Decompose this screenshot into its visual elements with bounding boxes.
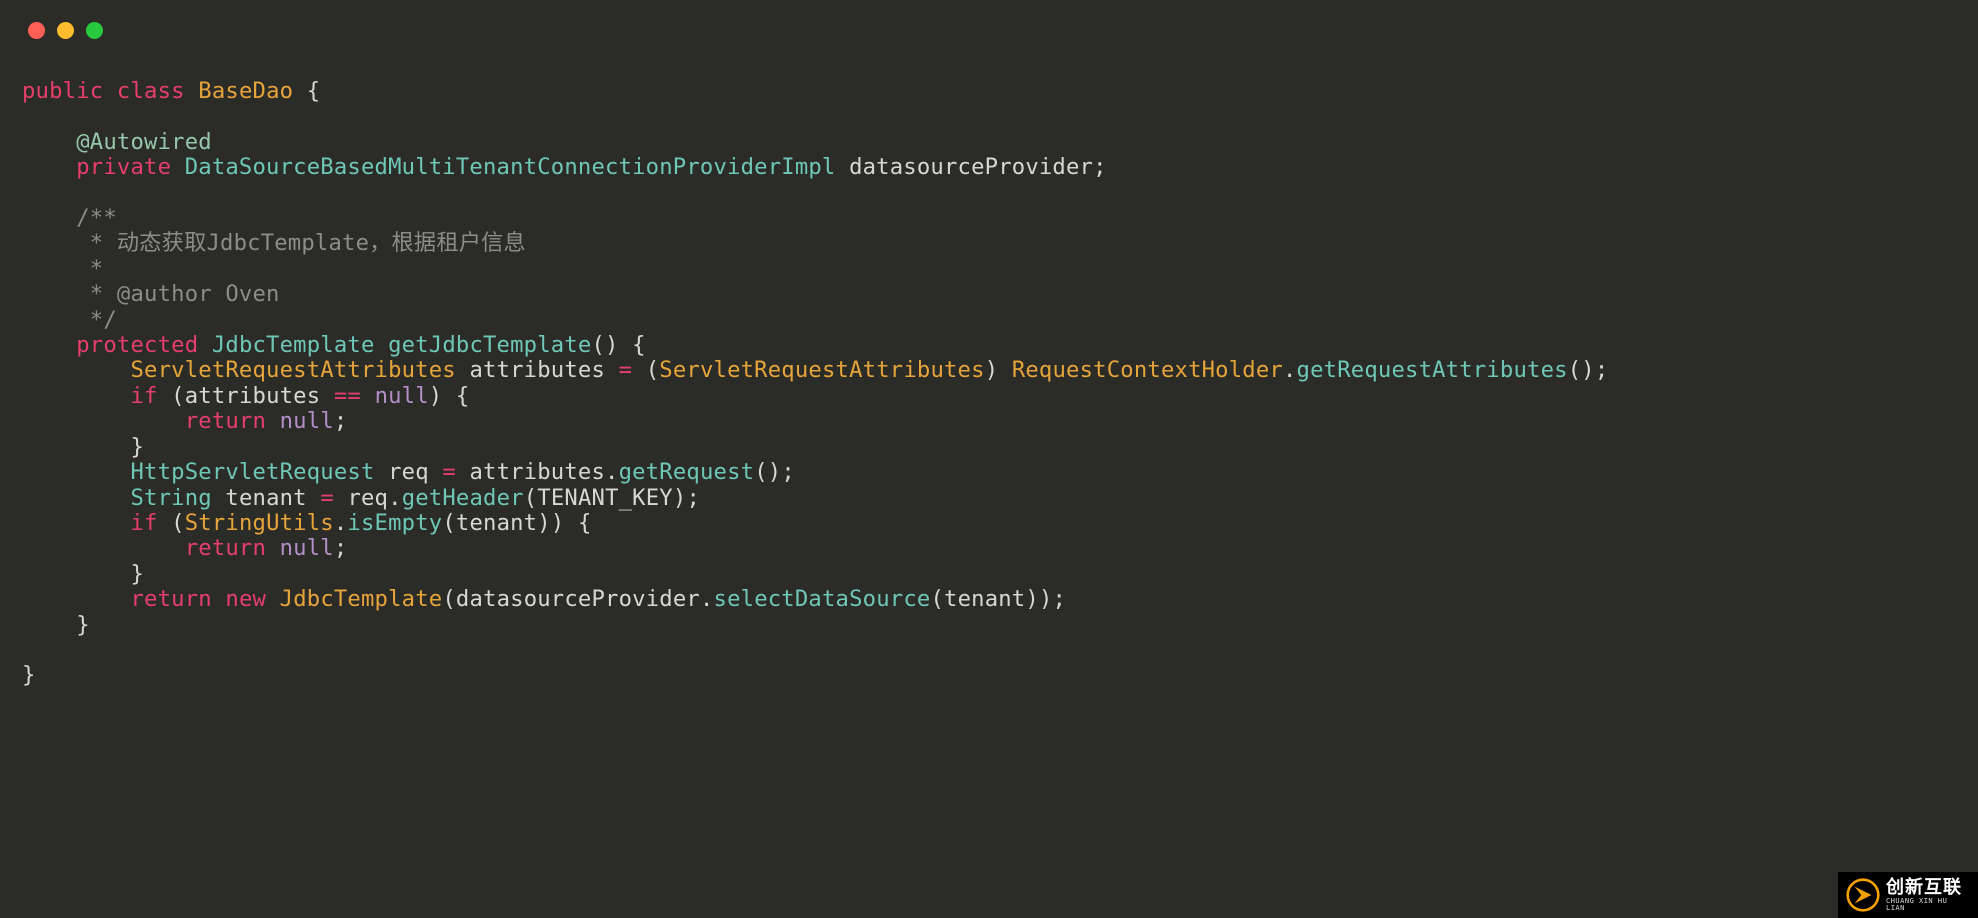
paren: ( [171,383,185,409]
paren: ) [673,485,687,511]
type-requestcontextholder: RequestContextHolder [1012,357,1283,383]
brand-logo-icon [1846,878,1880,912]
method-call: getRequest [619,459,755,485]
keyword-new: new [225,586,266,612]
paren: () [591,332,618,358]
paren: ( [171,510,185,536]
javadoc-author: * @author Oven [76,281,279,307]
var-ref: attributes [185,383,321,409]
code-block: public class BaseDao { @Autowired privat… [0,39,1978,689]
fullscreen-dot[interactable] [86,22,103,39]
method-call: getHeader [402,485,524,511]
javadoc-line: * [76,256,103,282]
dot: . [334,510,348,536]
cast-type: ServletRequestAttributes [659,357,984,383]
keyword-protected: protected [76,332,198,358]
brace-close: } [130,561,144,587]
annotation-autowired: @Autowired [76,129,212,155]
method-call: isEmpty [347,510,442,536]
paren: ) [1025,586,1039,612]
brace-close: } [130,434,144,460]
type-jdbctemplate: JdbcTemplate [280,586,443,612]
keyword-return: return [130,586,211,612]
semicolon: ; [686,485,700,511]
brand-watermark: 创新互联 CHUANG XIN HU LIAN [1838,872,1978,918]
method-name: getJdbcTemplate [388,332,591,358]
semicolon: ; [1053,586,1067,612]
return-type: JdbcTemplate [212,332,375,358]
brace-close: } [76,612,90,638]
keyword-public: public [22,78,103,104]
semicolon: ; [781,459,795,485]
brace-open: { [578,510,592,536]
op-assign: = [442,459,456,485]
type-httpservletrequest: HttpServletRequest [130,459,374,485]
var-attributes: attributes [469,357,605,383]
keyword-return: return [185,408,266,434]
source-attributes: attributes [469,459,605,485]
brace-close: } [22,662,36,688]
dot: . [605,459,619,485]
keyword-return: return [185,535,266,561]
null-literal: null [375,383,429,409]
class-name: BaseDao [198,78,293,104]
close-dot[interactable] [28,22,45,39]
var-tenant: tenant [225,485,306,511]
source-datasourceprovider: datasourceProvider [456,586,700,612]
const-tenantkey: TENANT_KEY [537,485,673,511]
paren: ( [442,586,456,612]
brace-open: { [456,383,470,409]
keyword-class: class [117,78,185,104]
null-literal: null [280,408,334,434]
dot: . [1283,357,1297,383]
keyword-private: private [76,154,171,180]
minimize-dot[interactable] [57,22,74,39]
paren: ) [537,510,551,536]
arg-tenant: tenant [944,586,1025,612]
semicolon: ; [334,535,348,561]
var-req: req [388,459,429,485]
javadoc-close: */ [76,307,117,333]
dot: . [388,485,402,511]
paren: ( [646,357,660,383]
paren: () [1568,357,1595,383]
brace-open: { [307,78,321,104]
paren: ( [930,586,944,612]
brand-name: 创新互联 [1886,878,1970,896]
paren: ) [1039,586,1053,612]
keyword-if: if [130,510,157,536]
paren: ) [985,357,999,383]
null-literal: null [280,535,334,561]
brand-sub: CHUANG XIN HU LIAN [1886,898,1970,912]
paren: ) [429,383,443,409]
paren: ) [551,510,565,536]
op-assign: = [619,357,633,383]
arg-tenant: tenant [456,510,537,536]
field-name: datasourceProvider [849,154,1093,180]
op-eqeq: == [334,383,361,409]
type-stringutils: StringUtils [185,510,334,536]
type-servletreqattr: ServletRequestAttributes [130,357,455,383]
semicolon: ; [1595,357,1609,383]
paren: ( [524,485,538,511]
paren: () [754,459,781,485]
method-call: getRequestAttributes [1297,357,1568,383]
code-window: public class BaseDao { @Autowired privat… [0,0,1978,918]
javadoc-open: /** [76,205,117,231]
type-provider: DataSourceBasedMultiTenantConnectionProv… [185,154,836,180]
semicolon: ; [334,408,348,434]
op-assign: = [320,485,334,511]
window-titlebar [0,0,1978,39]
semicolon: ; [1093,154,1107,180]
source-req: req [347,485,388,511]
dot: . [700,586,714,612]
method-call: selectDataSource [714,586,931,612]
javadoc-line: * 动态获取JdbcTemplate，根据租户信息 [76,230,526,256]
paren: ( [442,510,456,536]
brace-open: { [632,332,646,358]
type-string: String [130,485,211,511]
keyword-if: if [130,383,157,409]
